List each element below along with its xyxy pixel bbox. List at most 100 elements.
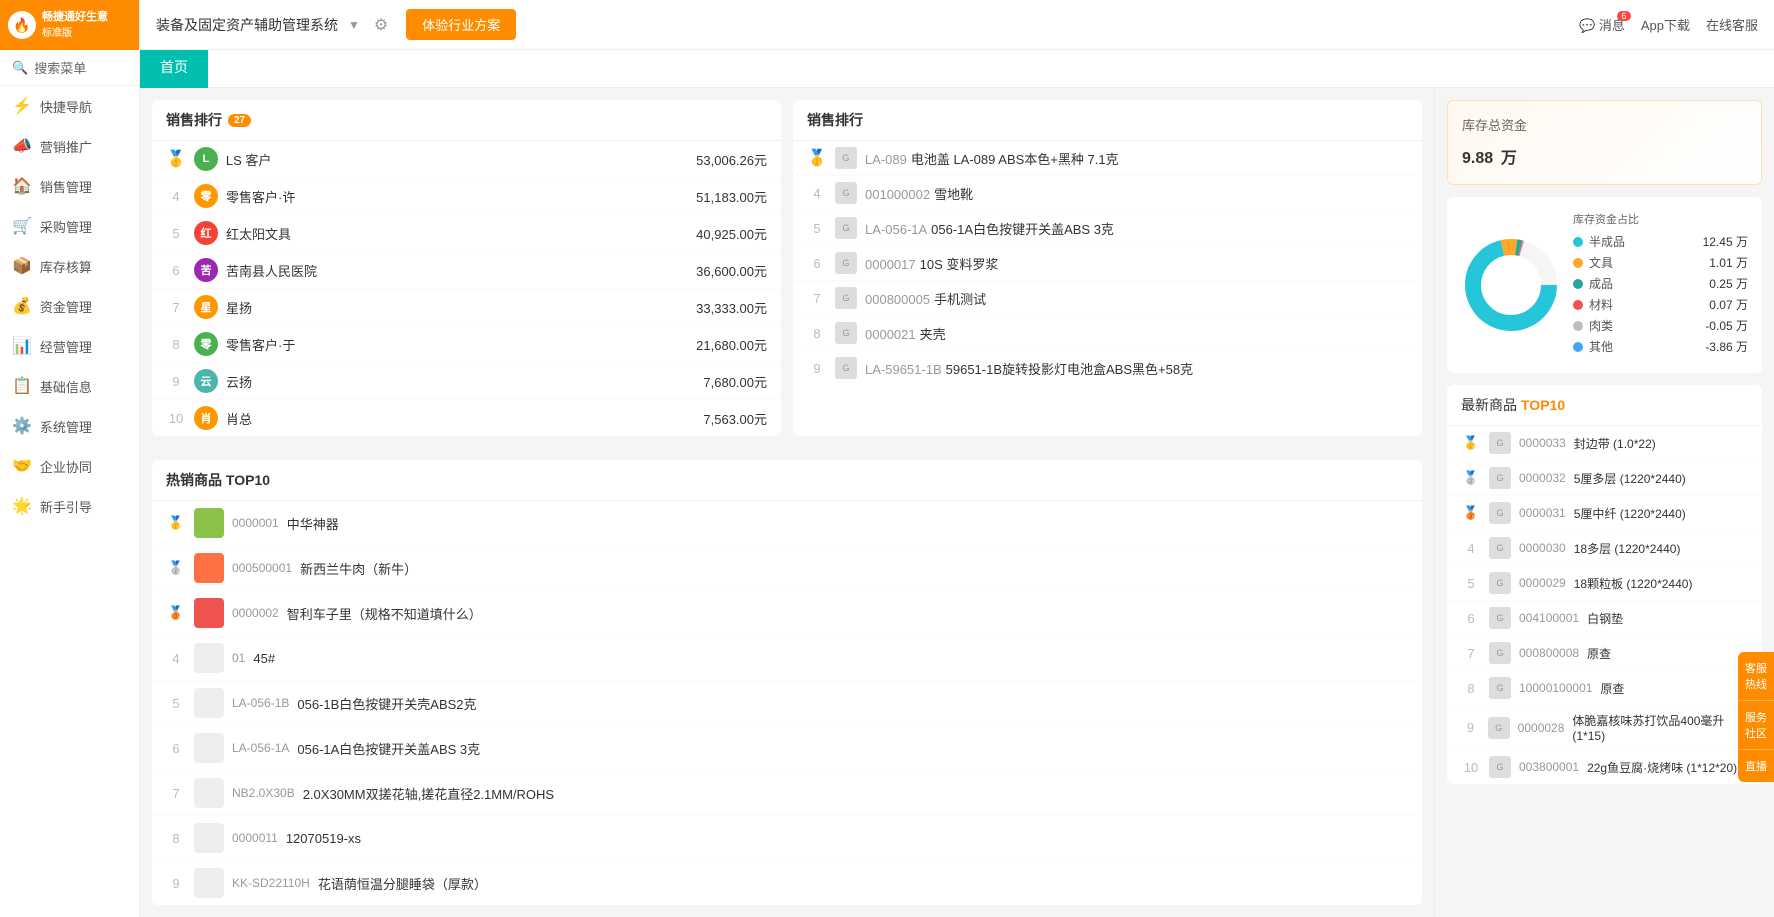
- sidebar-item-finance[interactable]: 💰 资金管理: [0, 286, 139, 326]
- product-code: 0000029: [1519, 576, 1566, 590]
- avatar: 苦: [194, 258, 218, 282]
- product-code: 0000032: [1519, 471, 1566, 485]
- product-info: 000001710S 变料罗浆: [865, 254, 1408, 273]
- product-img: G: [835, 322, 857, 344]
- product-code: 0000028: [1518, 721, 1565, 735]
- trial-btn[interactable]: 体验行业方案: [406, 9, 516, 40]
- panel-area: 销售排行 27 🥇 L LS 客户 53,006.26元 4 零 零售客户·许 …: [140, 88, 1434, 917]
- customer-name: 苦南县人民医院: [226, 261, 688, 280]
- message-badge[interactable]: 💬 消息 6: [1579, 15, 1625, 34]
- sidebar-item-marketing[interactable]: 📣 营销推广: [0, 126, 139, 166]
- float-btn-hotline[interactable]: 客服热线: [1738, 652, 1774, 701]
- legend-label: 肉类: [1589, 317, 1613, 334]
- sidebar-item-purchase[interactable]: 🛒 采购管理: [0, 206, 139, 246]
- sidebar-item-sales[interactable]: 🏠 销售管理: [0, 166, 139, 206]
- product-code: 10000100001: [1519, 681, 1592, 695]
- legend-label: 文具: [1589, 254, 1613, 271]
- sidebar-finance-label: 资金管理: [40, 297, 92, 316]
- inventory-unit: 万: [1501, 150, 1517, 167]
- product-img: G: [835, 147, 857, 169]
- sidebar-item-inventory[interactable]: 📦 库存核算: [0, 246, 139, 286]
- sidebar-item-guide[interactable]: 🌟 新手引导: [0, 486, 139, 526]
- chart-legend: 库存资金占比 半成品 12.45 万 文具 1.01 万 成品 0.25 万 材…: [1573, 211, 1748, 359]
- sidebar-guide-label: 新手引导: [40, 497, 92, 516]
- settings-icon[interactable]: ⚙: [374, 15, 388, 35]
- rank-number: 9: [166, 876, 186, 891]
- newest-product-row: 10 G 003800001 22g鱼豆腐·烧烤味 (1*12*20): [1447, 750, 1762, 784]
- product-code: 000500001: [232, 561, 292, 575]
- hot-product-row: 4 01 45#: [152, 636, 1422, 681]
- online-service-link[interactable]: 在线客服: [1706, 15, 1758, 34]
- product-ranking-header: 销售排行: [793, 100, 1422, 141]
- tab-home[interactable]: 首页: [140, 50, 208, 88]
- sidebar-item-quicknav[interactable]: ⚡ 快捷导航: [0, 86, 139, 126]
- legend-dot: [1573, 258, 1583, 268]
- content-area: 销售排行 27 🥇 L LS 客户 53,006.26元 4 零 零售客户·许 …: [140, 88, 1774, 917]
- avatar: 零: [194, 184, 218, 208]
- sidebar-inventory-label: 库存核算: [40, 257, 92, 276]
- float-btn-community[interactable]: 服务社区: [1738, 701, 1774, 750]
- product-info: LA-089电池盖 LA-089 ABS本色+黑种 7.1克: [865, 149, 1408, 168]
- newest-product-row: 4 G 0000030 18多层 (1220*2440): [1447, 531, 1762, 566]
- product-thumbnail: G: [1489, 537, 1511, 559]
- sales-amount: 40,925.00元: [696, 224, 767, 243]
- product-info: LA-056-1A056-1A白色按键开关盖ABS 3克: [865, 219, 1408, 238]
- hot-products-title: 热销商品 TOP10: [166, 472, 270, 488]
- sales-ranking-panel: 销售排行 27 🥇 L LS 客户 53,006.26元 4 零 零售客户·许 …: [152, 100, 781, 436]
- ranking-row: 4 零 零售客户·许 51,183.00元: [152, 178, 781, 215]
- sidebar-marketing-label: 营销推广: [40, 137, 92, 156]
- customer-name: 肖总: [226, 409, 695, 428]
- legend-value: 12.45 万: [1703, 233, 1748, 250]
- sidebar-item-coop[interactable]: 🤝 企业协同: [0, 446, 139, 486]
- product-ranking-panel: 销售排行 🥇 G LA-089电池盖 LA-089 ABS本色+黑种 7.1克 …: [793, 100, 1422, 436]
- newest-product-row: 6 G 004100001 白钢垫: [1447, 601, 1762, 636]
- product-ranking-title: 销售排行: [807, 110, 863, 130]
- newest-product-row: 🥉 G 0000031 5厘中纤 (1220*2440): [1447, 496, 1762, 531]
- product-code: 000800008: [1519, 646, 1579, 660]
- customer-name: 星扬: [226, 298, 688, 317]
- sidebar-item-operations[interactable]: 📊 经营管理: [0, 326, 139, 366]
- system-title: 装备及固定资产辅助管理系统: [156, 15, 338, 35]
- coop-icon: 🤝: [12, 456, 32, 476]
- product-img: G: [835, 182, 857, 204]
- sidebar-item-search[interactable]: 🔍 搜索菜单: [0, 50, 139, 86]
- sidebar-item-system[interactable]: ⚙️ 系统管理: [0, 406, 139, 446]
- avatar: 红: [194, 221, 218, 245]
- rank-number: 5: [166, 226, 186, 241]
- right-panel: 库存总资金 9.88 万: [1434, 88, 1774, 917]
- avatar: 云: [194, 369, 218, 393]
- chart-label: 库存资金占比: [1573, 211, 1748, 227]
- legend-label: 其他: [1589, 338, 1613, 355]
- product-name: 056-1B白色按键开关壳ABS2克: [297, 694, 476, 713]
- medal-icon: 🥇: [166, 149, 186, 169]
- product-img: G: [835, 357, 857, 379]
- avatar: L: [194, 147, 218, 171]
- product-name: 体脆嘉核味苏打饮品400毫升 (1*15): [1572, 712, 1748, 743]
- app-download-link[interactable]: App下载: [1641, 15, 1690, 34]
- sales-ranking-count: 27: [228, 114, 251, 127]
- rank-number: 6: [807, 256, 827, 271]
- sales-amount: 21,680.00元: [696, 335, 767, 354]
- newest-products-top10: TOP10: [1521, 397, 1565, 413]
- sidebar-item-basics[interactable]: 📋 基础信息: [0, 366, 139, 406]
- newest-product-row: 8 G 10000100001 原查: [1447, 671, 1762, 706]
- product-name: 白钢垫: [1587, 610, 1623, 627]
- product-ranking-row: 5 G LA-056-1A056-1A白色按键开关盖ABS 3克: [793, 211, 1422, 246]
- customer-name: 云扬: [226, 372, 695, 391]
- guide-icon: 🌟: [12, 496, 32, 516]
- product-thumbnail: [194, 823, 224, 853]
- logo-icon: 🔥: [8, 11, 36, 39]
- legend-item: 文具 1.01 万: [1573, 254, 1748, 271]
- ranking-row: 10 肖 肖总 7,563.00元: [152, 400, 781, 436]
- product-code: 0000033: [1519, 436, 1566, 450]
- float-btn-live[interactable]: 直播: [1738, 750, 1774, 782]
- sales-ranking-header: 销售排行 27: [152, 100, 781, 141]
- search-icon: 🔍: [12, 60, 28, 76]
- ranking-row: 9 云 云扬 7,680.00元: [152, 363, 781, 400]
- hot-products-panel: 热销商品 TOP10 🥇 0000001 中华神器 🥈 000500001 新西…: [152, 460, 1422, 905]
- legend-dot: [1573, 321, 1583, 331]
- dropdown-arrow-icon[interactable]: ▼: [348, 18, 360, 32]
- sales-icon: 🏠: [12, 176, 32, 196]
- product-name: 原查: [1600, 680, 1624, 697]
- medal-icon: 🥇: [1461, 435, 1481, 451]
